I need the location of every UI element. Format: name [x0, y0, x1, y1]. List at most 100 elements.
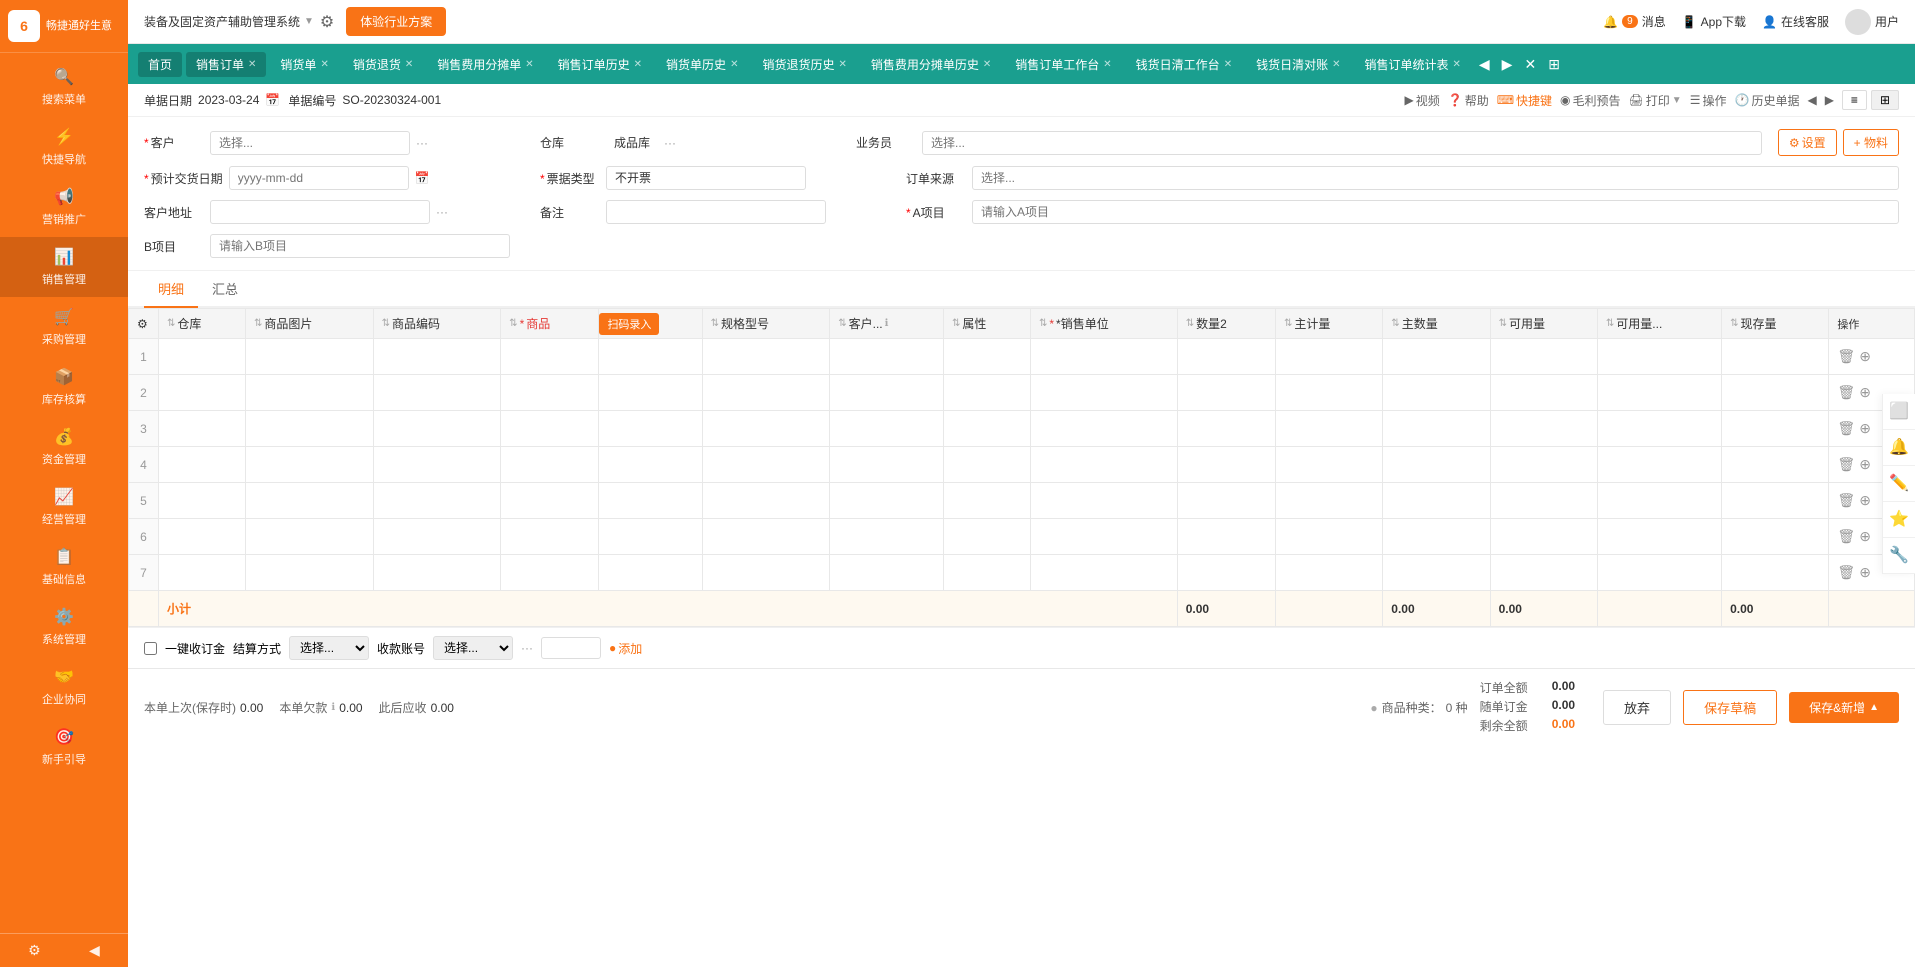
row-customer-code[interactable]	[830, 411, 944, 447]
address-input[interactable]	[210, 200, 430, 224]
tab-summary[interactable]: 汇总	[198, 271, 252, 308]
row-copy-btn[interactable]: ⊕	[1859, 564, 1871, 581]
row-available2[interactable]	[1597, 411, 1721, 447]
row-main-qty[interactable]	[1383, 339, 1490, 375]
save-new-btn[interactable]: 保存&新增 ▲	[1789, 692, 1899, 723]
sidebar-item-marketing[interactable]: 📢 营销推广	[0, 177, 128, 237]
row-code[interactable]	[373, 555, 501, 591]
row-warehouse[interactable]	[159, 411, 246, 447]
row-code[interactable]	[373, 447, 501, 483]
help-action-btn[interactable]: ❓ 帮助	[1448, 92, 1489, 109]
note-input[interactable]	[606, 200, 826, 224]
row-copy-btn[interactable]: ⊕	[1859, 528, 1871, 545]
sidebar-item-operations[interactable]: 📈 经营管理	[0, 477, 128, 537]
app-download-btn[interactable]: 📱 App下载	[1682, 13, 1746, 30]
tab-close-icon[interactable]: ✕	[1224, 59, 1232, 70]
sort-icon[interactable]: ⇅	[509, 318, 517, 329]
user-btn[interactable]: 用户	[1845, 9, 1899, 35]
row-available[interactable]	[1490, 555, 1597, 591]
row-copy-btn[interactable]: ⊕	[1859, 384, 1871, 401]
sort-icon[interactable]: ⇅	[838, 318, 846, 329]
sort-icon[interactable]: ⇅	[1730, 318, 1738, 329]
row-goods[interactable]	[501, 339, 599, 375]
tab-sales-fee[interactable]: 销售费用分摊单 ✕	[427, 52, 543, 77]
row-available[interactable]	[1490, 411, 1597, 447]
delivery-input[interactable]	[229, 166, 409, 190]
print-action-btn[interactable]: 🖨 打印 ▼	[1629, 92, 1682, 109]
row-delete-btn[interactable]: 🗑	[1837, 456, 1855, 473]
row-main-unit[interactable]	[1276, 519, 1383, 555]
sidebar-item-search[interactable]: 🔍 搜索菜单	[0, 57, 128, 117]
row-attr[interactable]	[943, 483, 1030, 519]
row-stock[interactable]	[1722, 483, 1829, 519]
tab-close-all-btn[interactable]: ✕	[1520, 54, 1540, 75]
row-available[interactable]	[1490, 375, 1597, 411]
row-qty2[interactable]	[1177, 375, 1275, 411]
sort-icon[interactable]: ⇅	[1606, 318, 1614, 329]
sort-icon[interactable]: ⇅	[952, 318, 960, 329]
settings-gear-icon[interactable]: ⚙	[320, 12, 334, 32]
row-stock[interactable]	[1722, 339, 1829, 375]
row-stock[interactable]	[1722, 555, 1829, 591]
float-btn-1[interactable]: ⬜	[1883, 394, 1915, 430]
row-goods[interactable]	[501, 375, 599, 411]
row-spec[interactable]	[702, 411, 830, 447]
online-support-btn[interactable]: 👤 在线客服	[1762, 13, 1829, 30]
row-goods[interactable]	[501, 555, 599, 591]
add-payment-btn[interactable]: ● 添加	[609, 640, 642, 657]
tab-stats[interactable]: 销售订单统计表 ✕	[1354, 52, 1470, 77]
tip-icon[interactable]: ℹ	[331, 702, 335, 713]
th-settings[interactable]: ⚙	[129, 309, 159, 339]
sidebar-item-finance[interactable]: 💰 资金管理	[0, 417, 128, 477]
row-copy-btn[interactable]: ⊕	[1859, 348, 1871, 365]
view-action-btn[interactable]: ▶ 视频	[1404, 92, 1439, 109]
tab-close-icon[interactable]: ✕	[730, 59, 738, 70]
row-warehouse[interactable]	[159, 483, 246, 519]
row-qty2[interactable]	[1177, 483, 1275, 519]
row-goods[interactable]	[501, 519, 599, 555]
b-project-input[interactable]	[210, 234, 510, 258]
row-delete-btn[interactable]: 🗑	[1837, 348, 1855, 365]
row-unit[interactable]	[1030, 447, 1177, 483]
sort-icon[interactable]: ⇅	[1186, 318, 1194, 329]
profit-action-btn[interactable]: ◉ 毛利预告	[1560, 92, 1621, 109]
tab-sales-goods[interactable]: 销货单 ✕	[270, 52, 338, 77]
row-warehouse[interactable]	[159, 447, 246, 483]
row-attr[interactable]	[943, 447, 1030, 483]
row-main-unit[interactable]	[1276, 447, 1383, 483]
sidebar-item-system[interactable]: ⚙️ 系统管理	[0, 597, 128, 657]
tab-close-icon[interactable]: ✕	[405, 59, 413, 70]
row-delete-btn[interactable]: 🗑	[1837, 420, 1855, 437]
row-available[interactable]	[1490, 519, 1597, 555]
sidebar-item-enterprise[interactable]: 🤝 企业协同	[0, 657, 128, 717]
tab-close-icon[interactable]: ✕	[838, 59, 846, 70]
row-unit[interactable]	[1030, 555, 1177, 591]
shortcut-action-btn[interactable]: ⌨ 快捷键	[1497, 92, 1552, 109]
nav-prev-btn[interactable]: ◀	[1807, 93, 1816, 107]
row-spec[interactable]	[702, 555, 830, 591]
row-warehouse[interactable]	[159, 339, 246, 375]
row-attr[interactable]	[943, 555, 1030, 591]
sort-icon[interactable]: ⇅	[1039, 318, 1047, 329]
row-main-unit[interactable]	[1276, 339, 1383, 375]
row-main-unit[interactable]	[1276, 411, 1383, 447]
row-main-unit[interactable]	[1276, 483, 1383, 519]
industry-btn[interactable]: 体验行业方案	[346, 7, 446, 36]
row-warehouse[interactable]	[159, 519, 246, 555]
float-btn-4[interactable]: ⭐	[1883, 502, 1915, 538]
row-attr[interactable]	[943, 375, 1030, 411]
sort-icon[interactable]: ⇅	[254, 318, 262, 329]
sidebar-collapse-btn[interactable]: ◀	[89, 942, 100, 959]
row-main-qty[interactable]	[1383, 519, 1490, 555]
row-attr[interactable]	[943, 519, 1030, 555]
row-code[interactable]	[373, 339, 501, 375]
row-code[interactable]	[373, 483, 501, 519]
notification-btn[interactable]: 🔔 9 消息	[1603, 13, 1666, 30]
save-draft-btn[interactable]: 保存草稿	[1683, 690, 1777, 725]
tab-return-history[interactable]: 销货退货历史 ✕	[752, 52, 856, 77]
row-code[interactable]	[373, 519, 501, 555]
calendar-icon[interactable]: 📅	[265, 93, 280, 107]
order-source-input[interactable]	[972, 166, 1899, 190]
row-qty2[interactable]	[1177, 555, 1275, 591]
row-customer-code[interactable]	[830, 375, 944, 411]
